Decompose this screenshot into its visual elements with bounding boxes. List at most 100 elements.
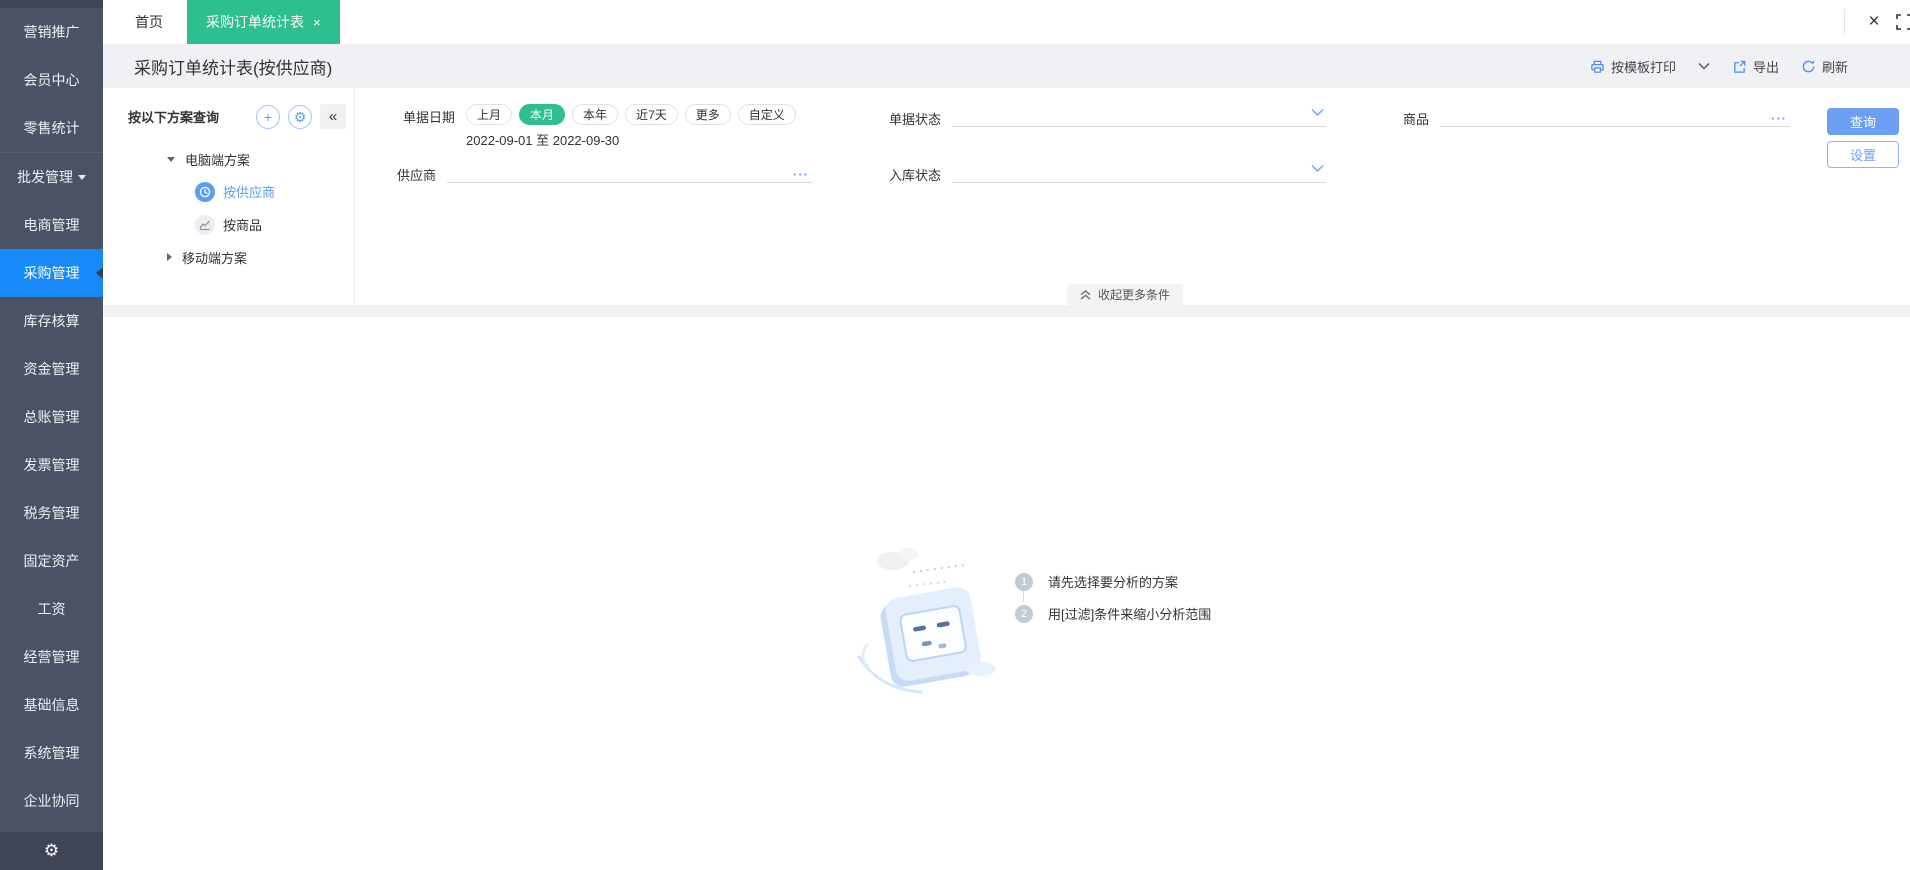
refresh-button[interactable]: 刷新 (1801, 57, 1848, 76)
pill-more[interactable]: 更多 (684, 104, 731, 125)
ellipsis-icon[interactable]: ··· (1771, 112, 1787, 125)
print-by-template-button[interactable]: 按模板打印 (1590, 57, 1676, 76)
clock-icon (195, 181, 215, 202)
tree-group-pc[interactable]: 电脑端方案 (103, 143, 354, 175)
chevron-down-icon (1311, 160, 1324, 178)
plus-icon: + (263, 108, 273, 125)
tree-group-mobile[interactable]: 移动端方案 (103, 241, 354, 273)
step-number-badge: 1 (1015, 572, 1033, 591)
tab-bar: 首页 采购订单统计表 × × (103, 0, 1910, 44)
export-label: 导出 (1752, 59, 1779, 75)
empty-state-steps: 1 请先选择要分析的方案 2 用[过滤]条件来缩小分析范围 (1015, 572, 1211, 636)
filter-section: 按以下方案查询 + ⚙ « 电脑端方案 按供应商 按商品 移动端方案 单据日期 … (103, 88, 1910, 305)
tab-purchase-order-stats[interactable]: 采购订单统计表 × (187, 0, 340, 44)
sidebar-item-wholesale[interactable]: 批发管理 (0, 153, 103, 201)
field-doc-date: 单据日期 上月 本月 本年 近7天 更多 自定义 2022-09-01 至 20… (403, 104, 796, 149)
title-toolbar: 按模板打印 导出 刷新 (1590, 57, 1848, 76)
close-icon[interactable]: × (1859, 0, 1889, 44)
sidebar-item-label: 批发管理 (17, 169, 73, 185)
print-label: 按模板打印 (1610, 59, 1676, 75)
plan-settings-button[interactable]: ⚙ (288, 104, 312, 129)
sidebar-item-label: 营销推广 (23, 24, 80, 40)
sidebar-item-label: 固定资产 (23, 553, 80, 569)
search-button[interactable]: 查询 (1827, 108, 1899, 135)
pill-custom[interactable]: 自定义 (737, 104, 796, 125)
main-area: 首页 采购订单统计表 × × 采购订单统计表(按供应商) 按模板打印 导出 刷新… (103, 0, 1910, 870)
sidebar-item-invoices[interactable]: 发票管理 (0, 441, 103, 489)
empty-state-illustration (851, 539, 1006, 704)
double-chevron-left-icon: « (328, 108, 338, 125)
collapse-panel-button[interactable]: « (320, 104, 346, 129)
sidebar-item-label: 资金管理 (23, 361, 80, 377)
sidebar-item-fixed-assets[interactable]: 固定资产 (0, 537, 103, 585)
section-separator (103, 305, 1910, 317)
page-title: 采购订单统计表(按供应商) (134, 58, 333, 78)
sidebar-item-label: 采购管理 (23, 265, 80, 281)
sidebar-item-marketing[interactable]: 营销推广 (0, 8, 103, 56)
add-plan-button[interactable]: + (256, 104, 280, 129)
gear-icon: ⚙ (43, 841, 60, 860)
sidebar-item-label: 工资 (37, 601, 66, 617)
sidebar-item-tax[interactable]: 税务管理 (0, 489, 103, 537)
fullscreen-icon[interactable] (1889, 0, 1910, 44)
tree-item-by-product[interactable]: 按商品 (103, 208, 354, 241)
sidebar-item-basic-info[interactable]: 基础信息 (0, 681, 103, 729)
plan-tree: 电脑端方案 按供应商 按商品 移动端方案 (103, 143, 354, 273)
ellipsis-icon[interactable]: ··· (793, 168, 809, 181)
sidebar-item-general-ledger[interactable]: 总账管理 (0, 393, 103, 441)
chevron-down-icon (1311, 104, 1324, 122)
sidebar-item-inventory[interactable]: 库存核算 (0, 297, 103, 345)
inbound-status-label: 入库状态 (889, 168, 942, 183)
sidebar-item-operations[interactable]: 经营管理 (0, 633, 103, 681)
gear-icon: ⚙ (293, 108, 307, 125)
double-chevron-up-icon (1080, 289, 1091, 300)
sidebar-item-label: 总账管理 (23, 409, 80, 425)
sidebar-item-members[interactable]: 会员中心 (0, 56, 103, 104)
pill-this-month[interactable]: 本月 (519, 104, 566, 125)
step-text: 请先选择要分析的方案 (1048, 575, 1179, 590)
pill-this-year[interactable]: 本年 (572, 104, 619, 125)
tree-item-by-supplier[interactable]: 按供应商 (103, 175, 354, 208)
date-pill-row: 上月 本月 本年 近7天 更多 自定义 (466, 104, 796, 125)
field-supplier: 供应商 ··· (397, 160, 813, 184)
sidebar-settings-button[interactable]: ⚙ (0, 832, 103, 870)
sidebar-item-payroll[interactable]: 工资 (0, 585, 103, 633)
pill-last-month[interactable]: 上月 (466, 104, 513, 125)
sidebar-top-strip (0, 0, 103, 8)
date-range-value[interactable]: 2022-09-01 至 2022-09-30 (466, 130, 796, 149)
export-icon (1734, 60, 1746, 73)
sidebar-item-label: 库存核算 (23, 313, 80, 329)
tree-item-label: 按供应商 (223, 185, 276, 200)
tabbar-right-controls: × (1844, 0, 1910, 44)
sidebar-item-collaboration[interactable]: 企业协同 (0, 777, 103, 825)
sidebar-item-label: 企业协同 (23, 793, 80, 809)
doc-status-select[interactable] (952, 104, 1327, 127)
title-bar: 采购订单统计表(按供应商) 按模板打印 导出 刷新 (103, 44, 1910, 88)
sidebar-item-purchasing[interactable]: 采购管理 (0, 249, 103, 297)
pill-last-7-days[interactable]: 近7天 (625, 104, 678, 125)
export-button[interactable]: 导出 (1732, 57, 1779, 76)
field-inbound-status: 入库状态 (889, 160, 1327, 184)
sidebar-item-system[interactable]: 系统管理 (0, 729, 103, 777)
print-options-dropdown[interactable] (1698, 62, 1710, 70)
doc-date-label: 单据日期 (403, 110, 456, 125)
sidebar-item-retail-stats[interactable]: 零售统计 (0, 104, 103, 152)
step-2: 2 用[过滤]条件来缩小分析范围 (1015, 604, 1211, 623)
inbound-status-select[interactable] (952, 160, 1327, 183)
collapse-more-conditions-button[interactable]: 收起更多条件 (1067, 284, 1184, 305)
supplier-input[interactable]: ··· (447, 160, 813, 183)
tree-group-label: 电脑端方案 (185, 152, 251, 168)
product-input[interactable]: ··· (1440, 104, 1791, 127)
caret-right-icon (167, 253, 172, 261)
plan-panel-header: 按以下方案查询 + ⚙ « (103, 88, 354, 129)
tab-home[interactable]: 首页 (111, 0, 187, 44)
sidebar-item-label: 零售统计 (23, 120, 80, 136)
settings-button[interactable]: 设置 (1827, 141, 1899, 168)
sidebar-item-ecommerce[interactable]: 电商管理 (0, 201, 103, 249)
step-text: 用[过滤]条件来缩小分析范围 (1048, 607, 1212, 622)
step-1: 1 请先选择要分析的方案 (1015, 572, 1211, 591)
plan-panel: 按以下方案查询 + ⚙ « 电脑端方案 按供应商 按商品 移动端方案 (103, 88, 355, 305)
tab-close-icon[interactable]: × (313, 16, 321, 29)
field-product: 商品 ··· (1403, 104, 1791, 128)
sidebar-item-funds[interactable]: 资金管理 (0, 345, 103, 393)
